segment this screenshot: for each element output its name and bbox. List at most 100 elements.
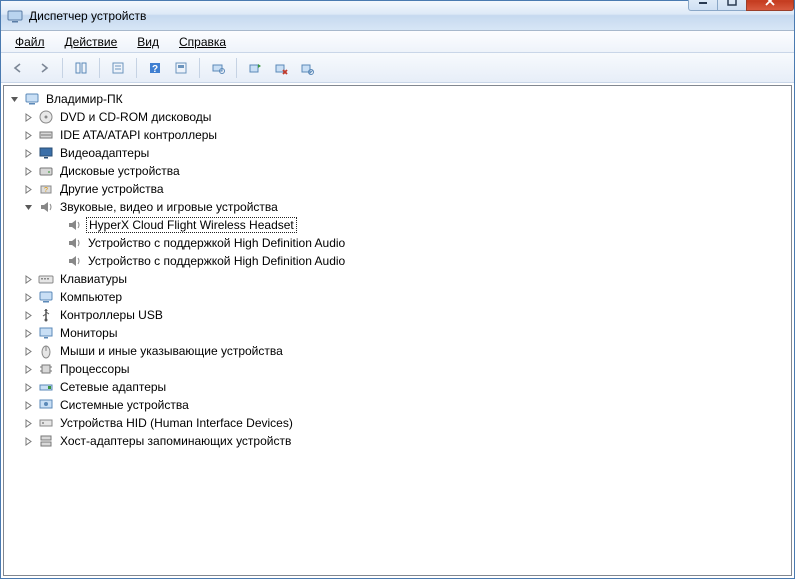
tree-category[interactable]: IDE ATA/ATAPI контроллеры <box>6 126 789 144</box>
expand-icon[interactable] <box>22 273 34 285</box>
expand-icon[interactable] <box>22 399 34 411</box>
mouse-icon <box>38 343 54 359</box>
other-icon: ? <box>38 181 54 197</box>
expand-icon[interactable] <box>22 327 34 339</box>
menu-action[interactable]: Действие <box>57 33 126 51</box>
close-button[interactable] <box>746 0 794 11</box>
tree-device-label: Устройство с поддержкой High Definition … <box>86 254 347 268</box>
tree-device-label: Устройство с поддержкой High Definition … <box>86 236 347 250</box>
tree-device[interactable]: Устройство с поддержкой High Definition … <box>6 234 789 252</box>
back-button[interactable] <box>7 57 29 79</box>
storage-icon <box>38 433 54 449</box>
tree-category[interactable]: Процессоры <box>6 360 789 378</box>
expand-icon[interactable] <box>22 363 34 375</box>
expand-icon[interactable] <box>22 147 34 159</box>
expand-icon[interactable] <box>22 291 34 303</box>
tree-category-label: Видеоадаптеры <box>58 146 151 160</box>
expand-icon[interactable] <box>22 417 34 429</box>
device-tree-pane[interactable]: Владимир-ПК DVD и CD-ROM дисководы IDE A… <box>3 85 792 576</box>
cpu-icon <box>38 361 54 377</box>
disc-icon <box>38 109 54 125</box>
tree-device[interactable]: Устройство с поддержкой High Definition … <box>6 252 789 270</box>
display-icon <box>38 145 54 161</box>
tree-category[interactable]: Контроллеры USB <box>6 306 789 324</box>
tree-category[interactable]: Звуковые, видео и игровые устройства <box>6 198 789 216</box>
sound-icon <box>66 217 82 233</box>
tree-category-label: Хост-адаптеры запоминающих устройств <box>58 434 293 448</box>
maximize-button[interactable] <box>717 0 747 11</box>
tree-category[interactable]: Мыши и иные указывающие устройства <box>6 342 789 360</box>
device-manager-window: Диспетчер устройств Файл Действие Вид Сп… <box>0 0 795 579</box>
collapse-icon[interactable] <box>8 93 20 105</box>
tree-category[interactable]: Мониторы <box>6 324 789 342</box>
tree-category[interactable]: Устройства HID (Human Interface Devices) <box>6 414 789 432</box>
tree-category[interactable]: Видеоадаптеры <box>6 144 789 162</box>
help-button[interactable]: ? <box>144 57 166 79</box>
tree-category-label: Устройства HID (Human Interface Devices) <box>58 416 295 430</box>
expand-icon[interactable] <box>22 345 34 357</box>
update-driver-button[interactable] <box>244 57 266 79</box>
tree-category-label: Системные устройства <box>58 398 191 412</box>
tree-category-label: Мыши и иные указывающие устройства <box>58 344 285 358</box>
usb-icon <box>38 307 54 323</box>
tree-category[interactable]: DVD и CD-ROM дисководы <box>6 108 789 126</box>
expand-icon[interactable] <box>22 435 34 447</box>
properties-button[interactable] <box>107 57 129 79</box>
drive-icon <box>38 163 54 179</box>
tree-category-label: Сетевые адаптеры <box>58 380 168 394</box>
tree-category[interactable]: Клавиатуры <box>6 270 789 288</box>
tree-category-label: DVD и CD-ROM дисководы <box>58 110 213 124</box>
menu-view[interactable]: Вид <box>129 33 167 51</box>
tree-category[interactable]: Хост-адаптеры запоминающих устройств <box>6 432 789 450</box>
action-button[interactable] <box>170 57 192 79</box>
tree-category-label: Звуковые, видео и игровые устройства <box>58 200 280 214</box>
network-icon <box>38 379 54 395</box>
monitor-icon <box>38 325 54 341</box>
toolbar: ? <box>1 53 794 83</box>
sound-icon <box>66 235 82 251</box>
tree-category[interactable]: Сетевые адаптеры <box>6 378 789 396</box>
expand-icon[interactable] <box>22 129 34 141</box>
tree-category[interactable]: Системные устройства <box>6 396 789 414</box>
disable-button[interactable] <box>296 57 318 79</box>
tree-category-label: Процессоры <box>58 362 132 376</box>
forward-button[interactable] <box>33 57 55 79</box>
tree-category-label: Дисковые устройства <box>58 164 182 178</box>
system-icon <box>38 397 54 413</box>
svg-text:?: ? <box>152 64 158 75</box>
scan-hardware-button[interactable] <box>207 57 229 79</box>
window-title: Диспетчер устройств <box>29 9 689 23</box>
menubar: Файл Действие Вид Справка <box>1 31 794 53</box>
tree-root[interactable]: Владимир-ПК <box>6 90 789 108</box>
expand-icon[interactable] <box>22 111 34 123</box>
tree-category-label: IDE ATA/ATAPI контроллеры <box>58 128 219 142</box>
sound-icon <box>66 253 82 269</box>
app-icon <box>7 8 23 24</box>
tree-category[interactable]: Дисковые устройства <box>6 162 789 180</box>
keyboard-icon <box>38 271 54 287</box>
tree-category[interactable]: Компьютер <box>6 288 789 306</box>
tree-category-label: Другие устройства <box>58 182 166 196</box>
expand-icon[interactable] <box>22 381 34 393</box>
tree-category-label: Клавиатуры <box>58 272 129 286</box>
show-hide-tree-button[interactable] <box>70 57 92 79</box>
tree-category[interactable]: ? Другие устройства <box>6 180 789 198</box>
collapse-icon[interactable] <box>22 201 34 213</box>
tree-category-label: Мониторы <box>58 326 119 340</box>
expand-icon[interactable] <box>22 309 34 321</box>
sound-icon <box>38 199 54 215</box>
minimize-button[interactable] <box>688 0 718 11</box>
tree-device-label: HyperX Cloud Flight Wireless Headset <box>86 217 297 233</box>
window-controls <box>689 0 794 11</box>
tree-root-label: Владимир-ПК <box>44 92 125 106</box>
menu-help[interactable]: Справка <box>171 33 234 51</box>
computer-icon <box>24 91 40 107</box>
tree-device[interactable]: HyperX Cloud Flight Wireless Headset <box>6 216 789 234</box>
uninstall-button[interactable] <box>270 57 292 79</box>
ide-icon <box>38 127 54 143</box>
menu-file[interactable]: Файл <box>7 33 53 51</box>
titlebar[interactable]: Диспетчер устройств <box>1 1 794 31</box>
expand-icon[interactable] <box>22 183 34 195</box>
expand-icon[interactable] <box>22 165 34 177</box>
tree-category-label: Контроллеры USB <box>58 308 165 322</box>
